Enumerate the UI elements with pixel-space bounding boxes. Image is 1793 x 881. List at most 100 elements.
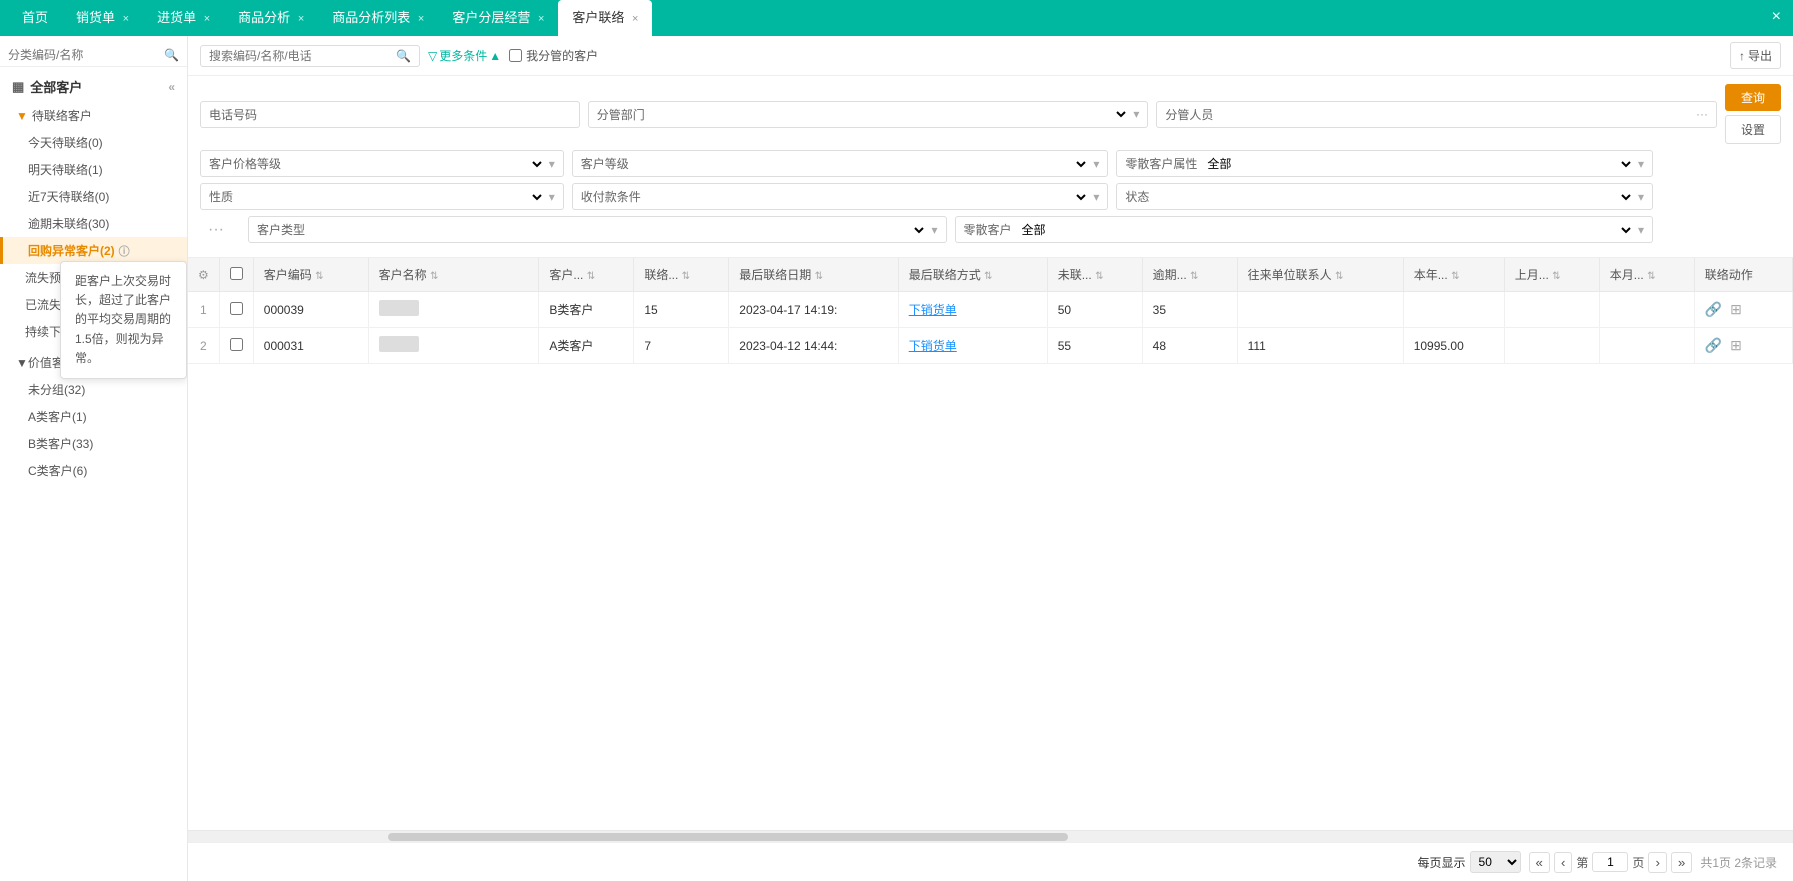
close-customer-tier-tab[interactable]: × [538, 13, 544, 25]
col-settings[interactable]: ⚙ [188, 258, 219, 292]
filter-payment[interactable]: 收付款条件 ▾ [572, 183, 1109, 210]
close-product-analysis-tab[interactable]: × [298, 13, 304, 25]
close-purchase-tab[interactable]: × [204, 13, 210, 25]
scroll-thumb[interactable] [388, 833, 1068, 841]
close-sales-tab[interactable]: × [123, 13, 129, 25]
manager-dots[interactable]: ··· [1696, 107, 1708, 121]
nav-customer-contact[interactable]: 客户联络 × [558, 0, 652, 36]
sidebar-item-class-a[interactable]: A类客户(1) [0, 403, 187, 430]
settings-button[interactable]: 设置 [1725, 115, 1781, 144]
row2-link-icon[interactable]: 🔗 [1705, 337, 1722, 354]
row2-grid-icon[interactable]: ⊞ [1730, 337, 1742, 354]
customer-type-select[interactable] [311, 222, 927, 238]
filter-manager[interactable]: 分管人员 ··· [1156, 101, 1717, 128]
col-contact-count[interactable]: 联络... ⇅ [634, 258, 729, 292]
nav-sales[interactable]: 销货单 × [62, 0, 143, 36]
sidebar-item-repurchase-anomaly[interactable]: 回购异常客户(2) ⓘ [0, 237, 187, 264]
query-button[interactable]: 查询 [1725, 84, 1781, 111]
payment-select[interactable] [647, 189, 1090, 205]
sidebar-item-tomorrow[interactable]: 明天待联络(1) [0, 156, 187, 183]
sidebar-search-box[interactable]: 🔍 [0, 44, 187, 67]
col-last-contact-date[interactable]: 最后联络日期 ⇅ [729, 258, 898, 292]
row2-last-method[interactable]: 下销货单 [898, 328, 1047, 364]
filter-retail-customer[interactable]: 零散客户 全部 ▾ [955, 216, 1654, 243]
nature-select[interactable] [239, 189, 545, 205]
retail-attr-select[interactable]: 全部 [1203, 156, 1634, 172]
row1-link-icon[interactable]: 🔗 [1705, 301, 1722, 318]
all-customers-section[interactable]: ▦ 全部客户 « [0, 71, 187, 102]
filter-nature[interactable]: 性质 ▾ [200, 183, 564, 210]
sidebar-search-icon[interactable]: 🔍 [164, 48, 179, 62]
main-search-box[interactable]: 🔍 [200, 45, 420, 67]
retail-customer-select[interactable]: 全部 [1018, 222, 1634, 238]
close-product-analysis-list-tab[interactable]: × [418, 13, 424, 25]
col-last-contact-method[interactable]: 最后联络方式 ⇅ [898, 258, 1047, 292]
sidebar-search-input[interactable] [8, 48, 164, 62]
main-search-icon[interactable]: 🔍 [396, 49, 411, 63]
main-search-input[interactable] [209, 49, 396, 63]
nav-customer-tier[interactable]: 客户分层经营 × [438, 0, 558, 36]
row2-checkbox[interactable] [219, 328, 253, 364]
collapse-sidebar-btn[interactable]: « [168, 80, 175, 94]
prev-page-btn[interactable]: ‹ [1554, 852, 1572, 873]
last-page-btn[interactable]: » [1671, 852, 1692, 873]
nav-product-analysis-list[interactable]: 商品分析列表 × [318, 0, 438, 36]
more-conditions-btn[interactable]: ▽ 更多条件 ▲ [428, 47, 501, 64]
col-last-month[interactable]: 上月... ⇅ [1504, 258, 1599, 292]
sidebar-item-unclassified[interactable]: 未分组(32) [0, 376, 187, 403]
customer-level-select[interactable] [635, 156, 1090, 172]
per-page-selector[interactable]: 每页显示 20 50 100 [1418, 851, 1521, 873]
first-page-btn[interactable]: « [1529, 852, 1550, 873]
sidebar-item-overdue[interactable]: 逾期未联络(30) [0, 210, 187, 237]
dept-select[interactable] [651, 106, 1130, 122]
horizontal-scrollbar[interactable] [188, 830, 1793, 842]
close-customer-contact-tab[interactable]: × [632, 13, 638, 25]
row1-select[interactable] [230, 302, 243, 315]
filter-customer-type[interactable]: 客户类型 ▾ [248, 216, 947, 243]
nav-home[interactable]: 首页 [8, 0, 62, 36]
sidebar-item-today[interactable]: 今天待联络(0) [0, 129, 187, 156]
status-select[interactable] [1155, 189, 1634, 205]
filter-phone[interactable]: 电话号码 [200, 101, 580, 128]
col-this-year[interactable]: 本年... ⇅ [1403, 258, 1504, 292]
row1-last-method[interactable]: 下销货单 [898, 292, 1047, 328]
close-all-tabs[interactable]: × [1772, 8, 1781, 26]
row2-name[interactable] [368, 328, 539, 364]
filter-price-level[interactable]: 客户价格等级 ▾ [200, 150, 564, 177]
select-all-checkbox[interactable] [230, 267, 243, 280]
filter-retail-attr[interactable]: 零散客户属性 全部 ▾ [1116, 150, 1653, 177]
col-customer-code[interactable]: 客户编码 ⇅ [253, 258, 368, 292]
my-customers-checkbox[interactable] [509, 49, 522, 62]
sidebar-item-class-c[interactable]: C类客户(6) [0, 457, 187, 484]
page-input[interactable] [1592, 852, 1628, 872]
row2-overdue: 48 [1142, 328, 1237, 364]
filter-dept[interactable]: 分管部门 ▾ [588, 101, 1149, 128]
col-customer-name[interactable]: 客户名称 ⇅ [368, 258, 539, 292]
col-unit-contact[interactable]: 往来单位联系人 ⇅ [1237, 258, 1403, 292]
pending-contact-group[interactable]: ▼ 待联络客户 [0, 102, 187, 129]
nav-purchase[interactable]: 进货单 × [143, 0, 224, 36]
next-page-btn[interactable]: › [1648, 852, 1666, 873]
my-customers-filter[interactable]: 我分管的客户 [509, 47, 598, 64]
export-button[interactable]: ↑ 导出 [1730, 42, 1781, 69]
row1-checkbox[interactable] [219, 292, 253, 328]
nav-product-analysis[interactable]: 商品分析 × [224, 0, 318, 36]
row4-dots[interactable]: ··· [200, 221, 232, 239]
filter-status[interactable]: 状态 ▾ [1116, 183, 1653, 210]
col-this-month[interactable]: 本月... ⇅ [1599, 258, 1694, 292]
row1-grid-icon[interactable]: ⊞ [1730, 301, 1742, 318]
phone-input[interactable] [263, 107, 571, 121]
row2-select[interactable] [230, 338, 243, 351]
col-checkbox[interactable] [219, 258, 253, 292]
filter-customer-level[interactable]: 客户等级 ▾ [572, 150, 1109, 177]
per-page-select[interactable]: 20 50 100 [1470, 851, 1521, 873]
sidebar-item-7days[interactable]: 近7天待联络(0) [0, 183, 187, 210]
col-overdue[interactable]: 逾期... ⇅ [1142, 258, 1237, 292]
sidebar-item-class-b[interactable]: B类客户(33) [0, 430, 187, 457]
col-uncontacted[interactable]: 未联... ⇅ [1047, 258, 1142, 292]
row1-type: B类客户 [539, 292, 634, 328]
price-level-select[interactable] [287, 156, 545, 172]
col-customer-type[interactable]: 客户... ⇅ [539, 258, 634, 292]
row1-name[interactable] [368, 292, 539, 328]
manager-input[interactable] [1219, 107, 1696, 121]
